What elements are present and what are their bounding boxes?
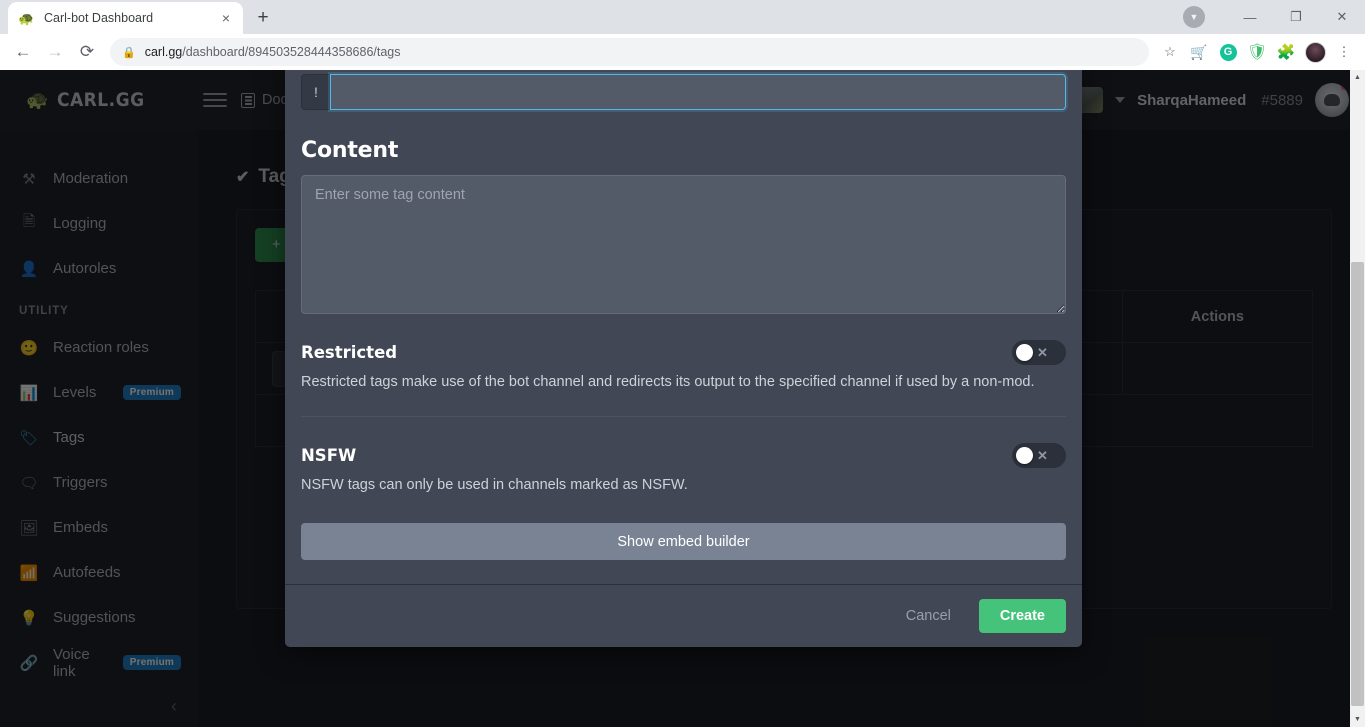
- omnibar: ← → ⟳ 🔒 carl.gg/dashboard/89450352844435…: [0, 34, 1365, 70]
- nsfw-option: NSFW ✕ NSFW tags can only be used in cha…: [301, 417, 1066, 493]
- browser-tab[interactable]: 🐢 Carl-bot Dashboard ×: [8, 2, 243, 34]
- scrollbar-track[interactable]: [1350, 85, 1365, 712]
- restricted-header: Restricted ✕: [301, 340, 1066, 365]
- toggle-knob: [1016, 447, 1033, 464]
- window-controls: ▼ — ❐ ✕: [1183, 0, 1365, 34]
- address-bar[interactable]: 🔒 carl.gg/dashboard/894503528444358686/t…: [110, 38, 1149, 66]
- restricted-toggle[interactable]: ✕: [1012, 340, 1066, 365]
- forward-icon[interactable]: →: [40, 37, 70, 67]
- grammarly-icon[interactable]: G: [1215, 39, 1241, 65]
- nsfw-description: NSFW tags can only be used in channels m…: [301, 477, 688, 493]
- scroll-up-icon[interactable]: ▲: [1350, 70, 1365, 85]
- tab-strip: 🐢 Carl-bot Dashboard × + ▼ — ❐ ✕: [0, 0, 1365, 34]
- show-embed-builder-button[interactable]: Show embed builder: [301, 523, 1066, 560]
- chrome-store-icon[interactable]: 🛒: [1186, 39, 1212, 65]
- maximize-button[interactable]: ❐: [1273, 0, 1319, 34]
- url-text: carl.gg/dashboard/894503528444358686/tag…: [145, 45, 401, 59]
- scroll-down-icon[interactable]: ▼: [1350, 712, 1365, 727]
- nsfw-title: NSFW: [301, 446, 357, 465]
- tag-content-textarea[interactable]: [301, 175, 1066, 314]
- modal-footer: Cancel Create: [285, 584, 1082, 647]
- restricted-title: Restricted: [301, 343, 398, 362]
- puzzle-extension-icon[interactable]: 🧩: [1273, 39, 1299, 65]
- tab-close-icon[interactable]: ×: [219, 11, 233, 25]
- tag-prefix-label: !: [301, 74, 330, 110]
- tag-name-row: !: [301, 74, 1066, 110]
- create-button[interactable]: Create: [978, 599, 1066, 633]
- scrollbar-thumb[interactable]: [1351, 262, 1364, 706]
- restricted-option: Restricted ✕ Restricted tags make use of…: [301, 314, 1066, 417]
- page-viewport: 🐢 CARL.GG Docs SharqaHameed #5889: [0, 70, 1365, 727]
- tab-title: Carl-bot Dashboard: [44, 11, 154, 25]
- chevron-down-icon[interactable]: ▼: [1183, 6, 1205, 28]
- tab-favicon-turtle-icon: 🐢: [18, 10, 35, 26]
- bookmark-star-icon[interactable]: ☆: [1157, 39, 1183, 65]
- profile-avatar[interactable]: [1302, 39, 1328, 65]
- cancel-button[interactable]: Cancel: [892, 600, 965, 632]
- content-heading: Content: [301, 138, 399, 163]
- minimize-button[interactable]: —: [1227, 0, 1273, 34]
- browser-menu-icon[interactable]: ⋮: [1331, 39, 1357, 65]
- create-tag-modal: ! Content Restricted ✕ Restricted tags m…: [285, 70, 1082, 647]
- modal-body: ! Content Restricted ✕ Restricted tags m…: [285, 70, 1082, 584]
- nsfw-header: NSFW ✕: [301, 443, 1066, 468]
- toggle-off-icon: ✕: [1037, 448, 1048, 463]
- close-window-button[interactable]: ✕: [1319, 0, 1365, 34]
- new-tab-button[interactable]: +: [249, 4, 277, 32]
- back-icon[interactable]: ←: [8, 37, 38, 67]
- toggle-knob: [1016, 344, 1033, 361]
- extension-icons: ☆ 🛒 G 🛡 🧩 ⋮: [1157, 39, 1357, 65]
- url-path: /dashboard/894503528444358686/tags: [182, 45, 401, 59]
- browser-window: 🐢 Carl-bot Dashboard × + ▼ — ❐ ✕ ← → ⟳ 🔒…: [0, 0, 1365, 727]
- restricted-description: Restricted tags make use of the bot chan…: [301, 374, 1035, 390]
- nsfw-toggle[interactable]: ✕: [1012, 443, 1066, 468]
- toggle-off-icon: ✕: [1037, 345, 1048, 360]
- tag-name-input[interactable]: [330, 74, 1066, 110]
- adblock-shield-icon[interactable]: 🛡: [1244, 39, 1270, 65]
- reload-icon[interactable]: ⟳: [72, 37, 102, 67]
- url-domain: carl.gg: [144, 45, 183, 59]
- page-scrollbar[interactable]: ▲ ▼: [1350, 70, 1365, 727]
- lock-icon: 🔒: [122, 46, 136, 59]
